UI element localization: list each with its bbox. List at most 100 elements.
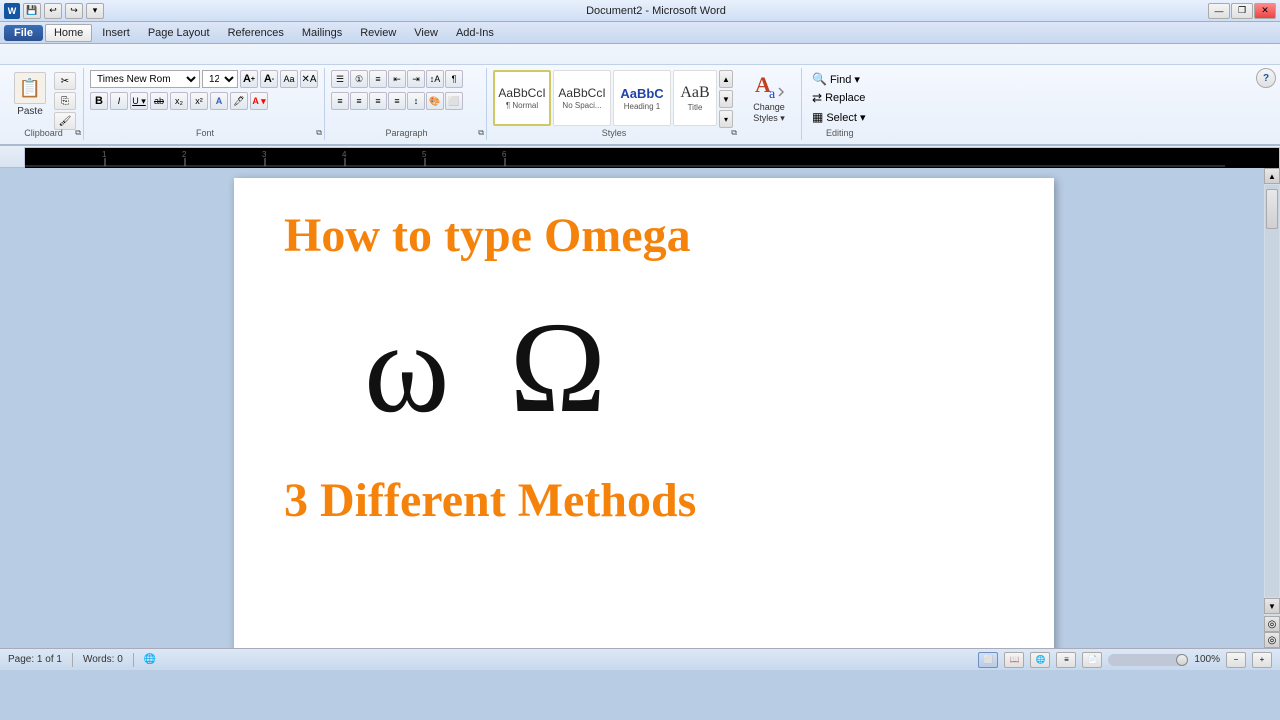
window-title: Document2 - Microsoft Word [586, 5, 726, 17]
select-button[interactable]: ▦ Select ▾ [808, 108, 870, 126]
minimize-btn[interactable]: — [1208, 3, 1230, 19]
redo-btn[interactable]: ↪ [65, 3, 83, 19]
increase-indent-btn[interactable]: ⇥ [407, 70, 425, 88]
font-color-btn[interactable]: A ▾ [250, 92, 268, 110]
svg-text:1: 1 [102, 150, 107, 159]
text-effect-btn[interactable]: A [210, 92, 228, 110]
align-left-btn[interactable]: ≡ [331, 92, 349, 110]
quick-access-dropdown[interactable]: ▾ [86, 3, 104, 19]
style-normal[interactable]: AaBbCcI ¶ Normal [493, 70, 551, 126]
scroll-thumb[interactable] [1266, 189, 1278, 229]
show-hide-btn[interactable]: ¶ [445, 70, 463, 88]
justify-btn[interactable]: ≡ [388, 92, 406, 110]
web-layout-btn[interactable]: 🌐 [1030, 652, 1050, 668]
zoom-thumb[interactable] [1176, 654, 1188, 666]
menu-review[interactable]: Review [352, 25, 404, 41]
menu-mailings[interactable]: Mailings [294, 25, 350, 41]
copy-button[interactable]: ⎘ [54, 92, 76, 110]
styles-down-arrow[interactable]: ▼ [719, 90, 733, 108]
font-top-row: Times New Rom 12 A+ A- Aa ✕A [90, 70, 318, 88]
scroll-page-up-btn[interactable]: ◎ [1264, 616, 1280, 632]
status-sep-2 [133, 653, 134, 667]
document-page[interactable]: How to type Omega ω Ω 3 Different Method… [234, 178, 1054, 648]
style-heading1[interactable]: AaBbC Heading 1 [613, 70, 671, 126]
underline-button[interactable]: U ▾ [130, 92, 148, 110]
line-spacing-btn[interactable]: ↕ [407, 92, 425, 110]
zoom-slider[interactable] [1108, 654, 1188, 666]
clipboard-side: ✂ ⎘ 🖌 [54, 72, 76, 130]
outline-btn[interactable]: ≡ [1056, 652, 1076, 668]
find-button[interactable]: 🔍 Find ▾ [808, 70, 864, 88]
scroll-down-btn[interactable]: ▼ [1264, 598, 1280, 614]
help-button[interactable]: ? [1256, 68, 1276, 88]
save-quick-btn[interactable]: 💾 [23, 3, 41, 19]
font-grow-btn[interactable]: A+ [240, 70, 258, 88]
paragraph-expand-icon[interactable]: ⧉ [478, 128, 484, 138]
bullets-btn[interactable]: ☰ [331, 70, 349, 88]
align-right-btn[interactable]: ≡ [369, 92, 387, 110]
multilevel-btn[interactable]: ≡ [369, 70, 387, 88]
styles-expand-icon[interactable]: ⧉ [731, 128, 737, 138]
replace-label: Replace [825, 92, 865, 104]
close-btn[interactable]: ✕ [1254, 3, 1276, 19]
style-title[interactable]: AaB Title [673, 70, 717, 126]
print-layout-btn[interactable]: ⬜ [978, 652, 998, 668]
zoom-in-btn[interactable]: + [1252, 652, 1272, 668]
scroll-track[interactable] [1265, 185, 1279, 597]
zoom-level: 100% [1194, 654, 1220, 665]
strikethrough-button[interactable]: ab [150, 92, 168, 110]
menu-references[interactable]: References [220, 25, 292, 41]
borders-btn[interactable]: ⬜ [445, 92, 463, 110]
text-highlight-btn[interactable]: 🖊 [230, 92, 248, 110]
shading-btn[interactable]: 🎨 [426, 92, 444, 110]
styles-group: AaBbCcI ¶ Normal AaBbCcI No Spaci... AaB… [489, 68, 739, 140]
cut-button[interactable]: ✂ [54, 72, 76, 90]
align-center-btn[interactable]: ≡ [350, 92, 368, 110]
styles-more-arrow[interactable]: ▾ [719, 110, 733, 128]
menu-home[interactable]: Home [45, 24, 92, 42]
page-indicator: Page: 1 of 1 [8, 654, 62, 665]
scroll-page-down-btn[interactable]: ◎ [1264, 632, 1280, 648]
draft-btn[interactable]: 📄 [1082, 652, 1102, 668]
style-heading1-sample: AaBbC [620, 86, 663, 101]
status-sep-1 [72, 653, 73, 667]
omega-large: Ω [510, 303, 607, 433]
doc-title: How to type Omega [284, 208, 1004, 263]
font-shrink-btn[interactable]: A- [260, 70, 278, 88]
font-expand-icon[interactable]: ⧉ [316, 128, 322, 138]
clear-format-btn[interactable]: ✕A [300, 70, 318, 88]
editing-label: Editing [804, 128, 876, 138]
superscript-button[interactable]: x² [190, 92, 208, 110]
font-name-select[interactable]: Times New Rom [90, 70, 200, 88]
bold-button[interactable]: B [90, 92, 108, 110]
menu-file[interactable]: File [4, 25, 43, 41]
italic-button[interactable]: I [110, 92, 128, 110]
full-reading-btn[interactable]: 📖 [1004, 652, 1024, 668]
menu-page-layout[interactable]: Page Layout [140, 25, 218, 41]
sort-btn[interactable]: ↕A [426, 70, 444, 88]
numbering-btn[interactable]: ① [350, 70, 368, 88]
paste-button[interactable]: 📋 Paste [8, 70, 52, 119]
para-top-row: ☰ ① ≡ ⇤ ⇥ ↕A ¶ [331, 70, 463, 88]
doc-area: How to type Omega ω Ω 3 Different Method… [0, 168, 1280, 648]
ruler-content: 1 2 3 4 5 6 [24, 147, 1280, 167]
styles-up-arrow[interactable]: ▲ [719, 70, 733, 88]
decrease-indent-btn[interactable]: ⇤ [388, 70, 406, 88]
change-case-btn[interactable]: Aa [280, 70, 298, 88]
replace-button[interactable]: ⇄ Replace [808, 89, 869, 107]
menu-addins[interactable]: Add-Ins [448, 25, 502, 41]
restore-btn[interactable]: ❐ [1231, 3, 1253, 19]
font-size-select[interactable]: 12 [202, 70, 238, 88]
menu-insert[interactable]: Insert [94, 25, 138, 41]
style-normal-sample: AaBbCcI [498, 86, 545, 100]
clipboard-expand-icon[interactable]: ⧉ [75, 128, 81, 138]
scroll-up-btn[interactable]: ▲ [1264, 168, 1280, 184]
change-styles-button[interactable]: A a ChangeStyles ▾ [745, 68, 793, 126]
replace-icon: ⇄ [812, 91, 822, 105]
style-no-spacing[interactable]: AaBbCcI No Spaci... [553, 70, 611, 126]
subscript-button[interactable]: x₂ [170, 92, 188, 110]
undo-btn[interactable]: ↩ [44, 3, 62, 19]
zoom-out-btn[interactable]: − [1226, 652, 1246, 668]
titlebar: W 💾 ↩ ↪ ▾ Document2 - Microsoft Word — ❐… [0, 0, 1280, 22]
menu-view[interactable]: View [406, 25, 446, 41]
